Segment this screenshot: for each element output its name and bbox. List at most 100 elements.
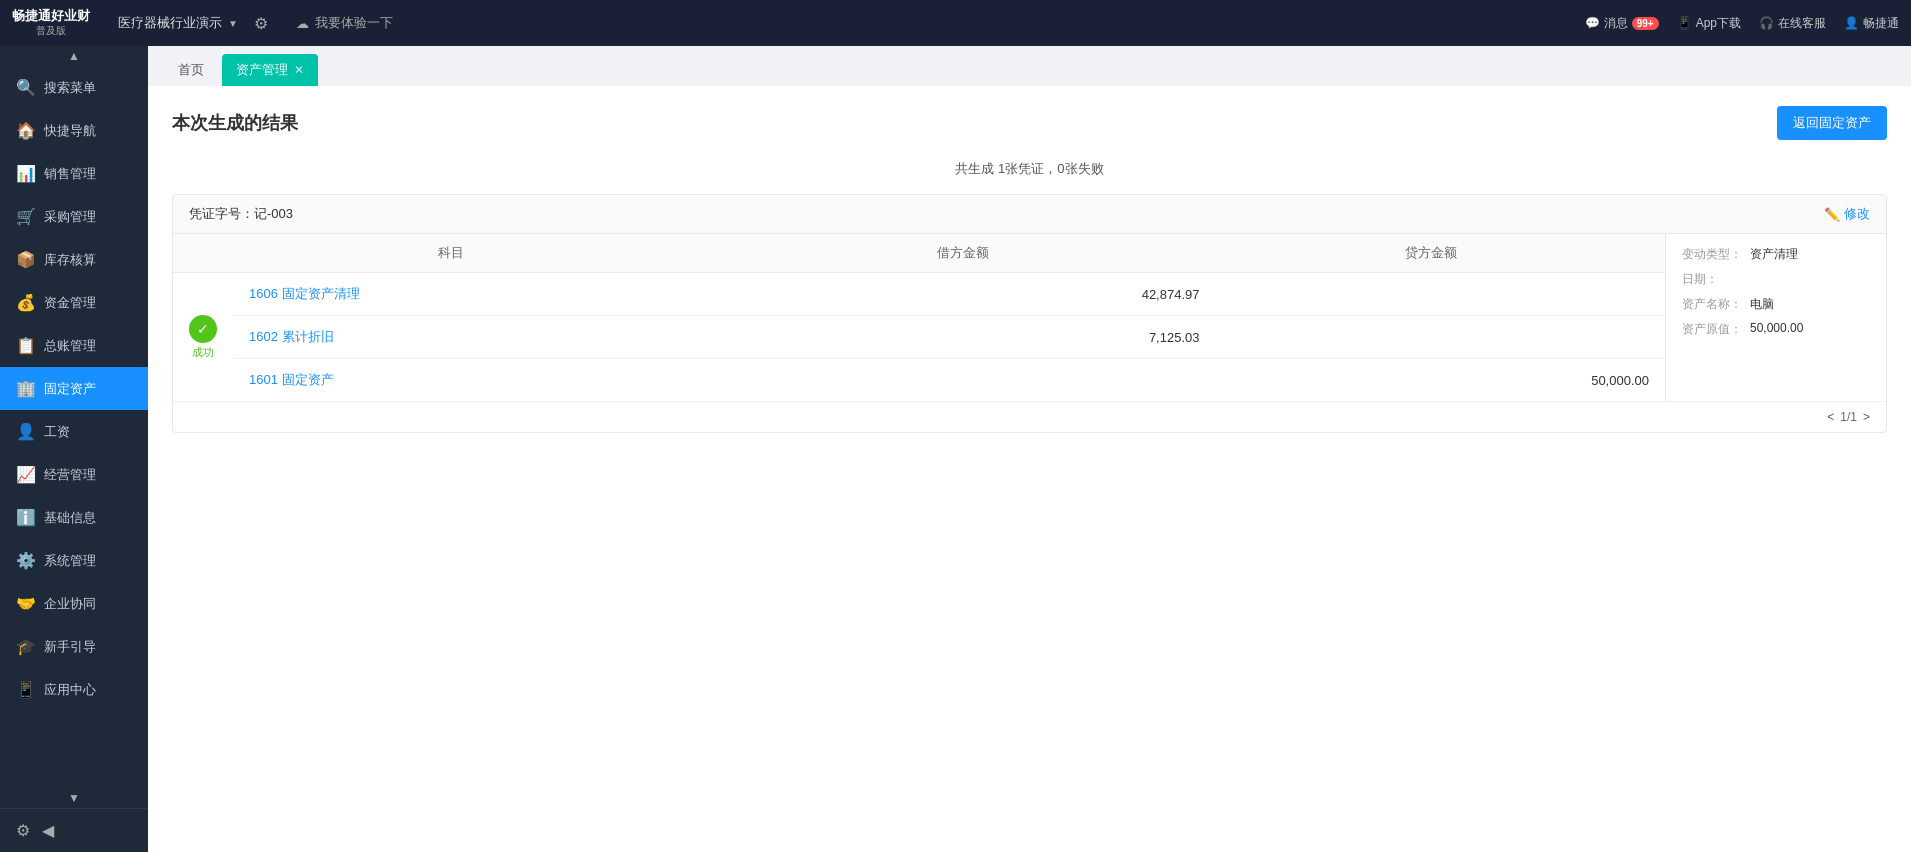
user-area[interactable]: 👤 畅捷通 (1844, 15, 1899, 32)
operations-icon: 📈 (16, 465, 34, 484)
table-rows-wrapper: 1606 固定资产清理 42,874.97 1602 累计折旧 7, (233, 273, 1665, 401)
tab-home[interactable]: 首页 (164, 54, 218, 86)
chevron-down-icon: ▼ (228, 18, 238, 29)
gear-icon[interactable]: ⚙ (254, 14, 268, 33)
next-page-button[interactable]: > (1863, 410, 1870, 424)
page-info: 1/1 (1840, 410, 1857, 424)
sidebar-label-salary: 工资 (44, 423, 70, 441)
table-header: 科目 借方金额 贷方金额 (173, 234, 1665, 273)
sidebar-item-sales[interactable]: 📊 销售管理 (0, 152, 148, 195)
info-icon: ℹ️ (16, 508, 34, 527)
td-subject-3[interactable]: 1601 固定资产 (233, 359, 766, 401)
table-side-info: 变动类型： 资产清理 日期： 资产名称： 电脑 资产原值： (1666, 234, 1886, 401)
sidebar-label-operations: 经营管理 (44, 466, 96, 484)
tab-asset-management[interactable]: 资产管理 ✕ (222, 54, 318, 86)
sidebar-scroll-up[interactable]: ▲ (0, 46, 148, 66)
sidebar-label-ledger: 总账管理 (44, 337, 96, 355)
sidebar-item-collab[interactable]: 🤝 企业协同 (0, 582, 148, 625)
inventory-icon: 📦 (16, 250, 34, 269)
logo: 畅捷通好业财 普及版 (12, 8, 90, 38)
logo-main: 畅捷通好业财 (12, 8, 90, 24)
sidebar-item-purchase[interactable]: 🛒 采购管理 (0, 195, 148, 238)
th-debit: 借方金额 (729, 234, 1197, 272)
sidebar-label-fixed-assets: 固定资产 (44, 380, 96, 398)
messages-badge: 99+ (1632, 17, 1659, 30)
status-cell: ✓ 成功 (173, 315, 233, 360)
success-icon: ✓ (189, 315, 217, 343)
online-service-button[interactable]: 🎧 在线客服 (1759, 15, 1826, 32)
tab-close-icon[interactable]: ✕ (294, 63, 304, 77)
messages-button[interactable]: 💬 消息 99+ (1585, 15, 1659, 32)
trial-text: 我要体验一下 (315, 14, 393, 32)
sidebar-item-basic-info[interactable]: ℹ️ 基础信息 (0, 496, 148, 539)
td-subject-1[interactable]: 1606 固定资产清理 (233, 273, 766, 315)
success-label: 成功 (192, 345, 214, 360)
sidebar-item-funds[interactable]: 💰 资金管理 (0, 281, 148, 324)
sidebar-item-quicknav[interactable]: 🏠 快捷导航 (0, 109, 148, 152)
change-type-label: 变动类型： (1682, 246, 1742, 263)
td-credit-3: 50,000.00 (1216, 361, 1666, 400)
trial-area[interactable]: ☁ 我要体验一下 (296, 14, 393, 32)
fixed-assets-icon: 🏢 (16, 379, 34, 398)
subject-link-1[interactable]: 1606 固定资产清理 (249, 286, 360, 301)
sidebar-label-sales: 销售管理 (44, 165, 96, 183)
guide-icon: 🎓 (16, 637, 34, 656)
app-center-icon: 📱 (16, 680, 34, 699)
sidebar-scroll-down[interactable]: ▼ (0, 788, 148, 808)
sidebar-item-guide[interactable]: 🎓 新手引导 (0, 625, 148, 668)
td-subject-2[interactable]: 1602 累计折旧 (233, 316, 766, 358)
salary-icon: 👤 (16, 422, 34, 441)
content-area: 首页 资产管理 ✕ 本次生成的结果 返回固定资产 共生成 1张凭证，0张失败 凭… (148, 46, 1911, 852)
sidebar-label-search: 搜索菜单 (44, 79, 96, 97)
service-icon: 🎧 (1759, 16, 1774, 30)
settings-icon[interactable]: ⚙ (16, 821, 30, 840)
system-icon: ⚙️ (16, 551, 34, 570)
tab-bar: 首页 资产管理 ✕ (148, 46, 1911, 86)
voucher-card: 凭证字号：记-003 ✏️ 修改 科目 借方金额 贷方金额 (172, 194, 1887, 433)
sidebar-label-system: 系统管理 (44, 552, 96, 570)
edit-icon: ✏️ (1824, 207, 1840, 222)
subject-link-3[interactable]: 1601 固定资产 (249, 372, 334, 387)
summary-line: 共生成 1张凭证，0张失败 (172, 160, 1887, 178)
messages-label: 消息 (1604, 15, 1628, 32)
sidebar-item-ledger[interactable]: 📋 总账管理 (0, 324, 148, 367)
sidebar-item-operations[interactable]: 📈 经营管理 (0, 453, 148, 496)
app-download-button[interactable]: 📱 App下载 (1677, 15, 1741, 32)
sidebar-item-system[interactable]: ⚙️ 系统管理 (0, 539, 148, 582)
voucher-table: 科目 借方金额 贷方金额 ✓ 成功 (173, 234, 1886, 401)
top-header: 畅捷通好业财 普及版 医疗器械行业演示 ▼ ⚙ ☁ 我要体验一下 💬 消息 99… (0, 0, 1911, 46)
date-row: 日期： (1682, 271, 1870, 288)
main-layout: ▲ 🔍 搜索菜单 🏠 快捷导航 📊 销售管理 🛒 采购管理 📦 库存核算 (0, 46, 1911, 852)
user-name: 畅捷通 (1863, 15, 1899, 32)
header-left: 畅捷通好业财 普及版 医疗器械行业演示 ▼ ⚙ ☁ 我要体验一下 (12, 8, 393, 38)
sidebar-item-inventory[interactable]: 📦 库存核算 (0, 238, 148, 281)
voucher-code: 凭证字号：记-003 (189, 205, 293, 223)
company-selector[interactable]: 医疗器械行业演示 ▼ (118, 14, 238, 32)
table-main: 科目 借方金额 贷方金额 ✓ 成功 (173, 234, 1666, 401)
sidebar-item-app-center[interactable]: 📱 应用中心 (0, 668, 148, 711)
collab-icon: 🤝 (16, 594, 34, 613)
sidebar-item-salary[interactable]: 👤 工资 (0, 410, 148, 453)
online-service-label: 在线客服 (1778, 15, 1826, 32)
voucher-edit-button[interactable]: ✏️ 修改 (1824, 205, 1870, 223)
header-right: 💬 消息 99+ 📱 App下载 🎧 在线客服 👤 畅捷通 (1585, 15, 1899, 32)
return-button[interactable]: 返回固定资产 (1777, 106, 1887, 140)
company-name: 医疗器械行业演示 (118, 14, 222, 32)
app-download-label: App下载 (1696, 15, 1741, 32)
sidebar-label-funds: 资金管理 (44, 294, 96, 312)
sidebar-bottom: ⚙ ◀ (0, 808, 148, 852)
sidebar-item-search[interactable]: 🔍 搜索菜单 (0, 66, 148, 109)
sidebar-item-fixed-assets[interactable]: 🏢 固定资产 (0, 367, 148, 410)
prev-page-button[interactable]: < (1827, 410, 1834, 424)
tab-home-label: 首页 (178, 61, 204, 79)
message-icon: 💬 (1585, 16, 1600, 30)
asset-name-label: 资产名称： (1682, 296, 1742, 313)
th-subject: 科目 (173, 234, 729, 272)
collapse-icon[interactable]: ◀ (42, 821, 54, 840)
sidebar-label-basic-info: 基础信息 (44, 509, 96, 527)
original-value-label: 资产原值： (1682, 321, 1742, 338)
funds-icon: 💰 (16, 293, 34, 312)
ledger-icon: 📋 (16, 336, 34, 355)
subject-link-2[interactable]: 1602 累计折旧 (249, 329, 334, 344)
purchase-icon: 🛒 (16, 207, 34, 226)
